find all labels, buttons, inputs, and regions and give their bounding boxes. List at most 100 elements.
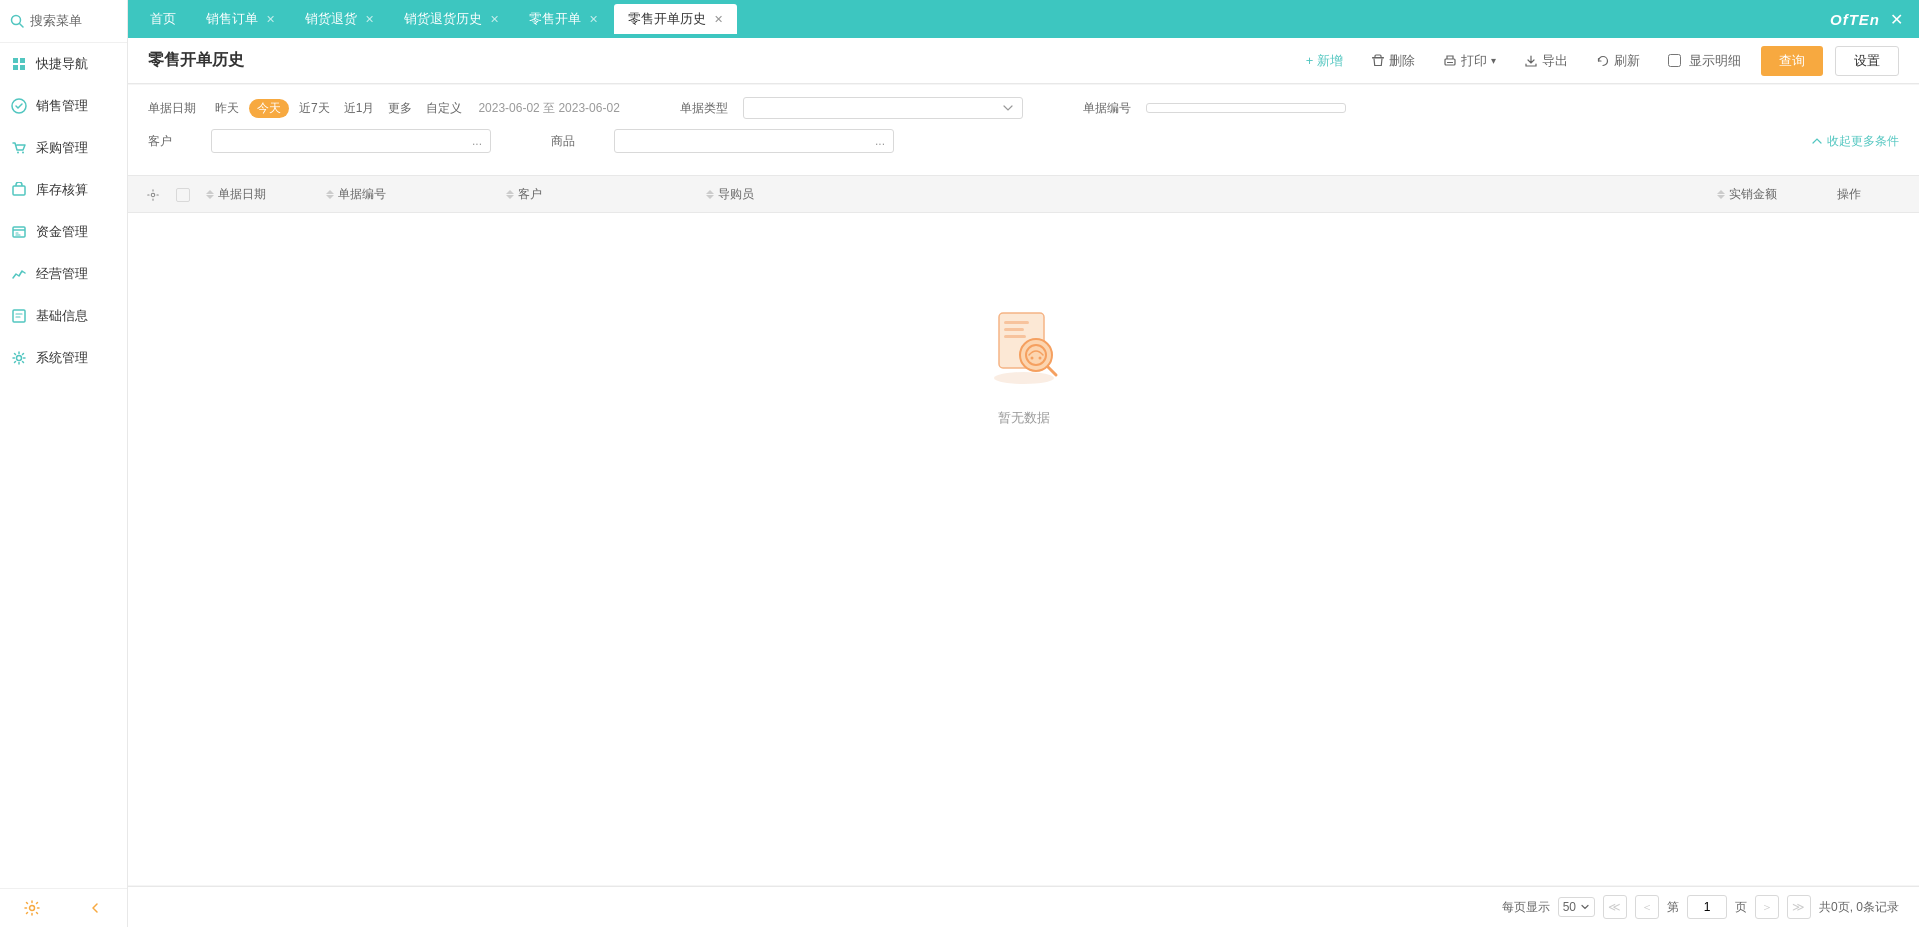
toolbar: + 新增 删除 打印 ▾ 导出 刷新	[1298, 46, 1899, 76]
number-filter-input[interactable]	[1146, 103, 1346, 113]
col-guide: 导购员	[698, 186, 818, 203]
display-detail-checkbox[interactable]	[1668, 54, 1681, 67]
svg-point-9	[29, 906, 34, 911]
settings-button[interactable]: 设置	[1835, 46, 1899, 76]
per-page-label: 每页显示	[1502, 899, 1550, 916]
product-dots[interactable]: ...	[875, 134, 885, 148]
export-button[interactable]: 导出	[1516, 48, 1576, 74]
inventory-icon	[10, 181, 28, 199]
refresh-button[interactable]: 刷新	[1588, 48, 1648, 74]
col-checkbox[interactable]	[168, 188, 198, 202]
product-filter-label: 商品	[551, 133, 606, 150]
sidebar-item-inventory[interactable]: 库存核算	[0, 169, 127, 211]
page-suffix: 页	[1735, 899, 1747, 916]
first-page-btn[interactable]: ≪	[1603, 895, 1627, 919]
svg-rect-12	[1447, 62, 1453, 63]
svg-point-4	[22, 152, 24, 154]
sidebar-item-finance[interactable]: 资金管理	[0, 211, 127, 253]
brand-text: OfTEn	[1830, 11, 1880, 28]
bottom-settings-btn[interactable]	[0, 889, 64, 927]
sidebar-bottom	[0, 888, 127, 927]
tab-close-icon[interactable]: ✕	[714, 13, 723, 26]
refresh-icon	[1596, 54, 1610, 68]
tab-retail-open-history[interactable]: 零售开单历史 ✕	[614, 4, 737, 34]
date-more-btn[interactable]: 更多	[384, 99, 416, 118]
date-quick-btns: 昨天 今天 近7天 近1月 更多 自定义	[211, 99, 466, 118]
col-customer: 客户	[498, 186, 698, 203]
sort-customer-icon[interactable]	[506, 190, 514, 199]
col-settings[interactable]	[138, 187, 168, 203]
collapse-icon	[1811, 135, 1823, 147]
type-filter: 单据类型	[680, 97, 1023, 119]
last-page-btn[interactable]: ≫	[1787, 895, 1811, 919]
tab-home[interactable]: 首页	[136, 4, 190, 34]
next-page-btn[interactable]: ＞	[1755, 895, 1779, 919]
col-number: 单据编号	[318, 186, 498, 203]
window-close-btn[interactable]: ✕	[1890, 10, 1903, 29]
sidebar-item-label: 快捷导航	[36, 55, 88, 73]
add-button[interactable]: + 新增	[1298, 48, 1351, 74]
tab-sales-return-history[interactable]: 销货退货历史 ✕	[390, 4, 513, 34]
delete-button[interactable]: 删除	[1363, 48, 1423, 74]
dropdown-icon	[1002, 102, 1014, 114]
page-size-select[interactable]: 50	[1558, 897, 1595, 917]
collapse-btn[interactable]: 收起更多条件	[1811, 133, 1899, 150]
date-yesterday-btn[interactable]: 昨天	[211, 99, 243, 118]
empty-state: 暂无数据	[128, 213, 1919, 507]
sidebar-search[interactable]: 搜索菜单	[0, 0, 127, 43]
number-filter-label: 单据编号	[1083, 100, 1138, 117]
svg-line-1	[20, 24, 24, 28]
svg-point-13	[151, 193, 155, 197]
svg-rect-5	[13, 186, 25, 195]
search-icon	[10, 14, 24, 28]
product-filter-input[interactable]: ...	[614, 129, 894, 153]
table-settings-icon[interactable]	[146, 187, 160, 203]
sidebar-item-purchase-mgmt[interactable]: 采购管理	[0, 127, 127, 169]
total-label: 共0页, 0条记录	[1819, 899, 1899, 916]
date-custom-btn[interactable]: 自定义	[422, 99, 466, 118]
pagination: 每页显示 50 ≪ ＜ 第 页 ＞ ≫ 共0页, 0条记录	[128, 886, 1919, 927]
sidebar: 搜索菜单 快捷导航 销售管理 采购管理 库存核算 资金管理 经营管理	[0, 0, 128, 927]
tab-close-icon[interactable]: ✕	[365, 13, 374, 26]
svg-line-21	[1048, 367, 1056, 375]
svg-point-23	[1038, 357, 1041, 360]
tab-sales-order[interactable]: 销售订单 ✕	[192, 4, 289, 34]
sidebar-item-operations[interactable]: 经营管理	[0, 253, 127, 295]
customer-dots[interactable]: ...	[472, 134, 482, 148]
customer-filter-input[interactable]: ...	[211, 129, 491, 153]
sort-number-icon[interactable]	[326, 190, 334, 199]
date-month-btn[interactable]: 近1月	[340, 99, 379, 118]
sort-guide-icon[interactable]	[706, 190, 714, 199]
tab-retail-open[interactable]: 零售开单 ✕	[515, 4, 612, 34]
sidebar-item-label: 销售管理	[36, 97, 88, 115]
tab-close-icon[interactable]: ✕	[589, 13, 598, 26]
date-today-btn[interactable]: 今天	[249, 99, 289, 118]
page-input[interactable]	[1687, 895, 1727, 919]
sidebar-item-system[interactable]: 系统管理	[0, 337, 127, 379]
date-filter: 单据日期 昨天 今天 近7天 近1月 更多 自定义 2023-06-02 至 2…	[148, 99, 620, 118]
sidebar-item-sales-mgmt[interactable]: 销售管理	[0, 85, 127, 127]
product-filter: 商品 ...	[551, 129, 894, 153]
quick-nav-icon	[10, 55, 28, 73]
print-button[interactable]: 打印 ▾	[1435, 48, 1504, 74]
sidebar-item-quick-nav[interactable]: 快捷导航	[0, 43, 127, 85]
sidebar-item-basic-info[interactable]: 基础信息	[0, 295, 127, 337]
bottom-collapse-btn[interactable]	[64, 889, 128, 927]
customer-filter: 客户 ...	[148, 129, 491, 153]
sidebar-search-label: 搜索菜单	[30, 12, 82, 30]
type-filter-label: 单据类型	[680, 100, 735, 117]
tab-close-icon[interactable]: ✕	[490, 13, 499, 26]
type-filter-select[interactable]	[743, 97, 1023, 119]
sort-date-icon[interactable]	[206, 190, 214, 199]
query-button[interactable]: 查询	[1761, 46, 1823, 76]
print-dropdown-icon[interactable]: ▾	[1491, 55, 1496, 66]
tab-sales-return[interactable]: 销货退货 ✕	[291, 4, 388, 34]
display-detail-button[interactable]: 显示明细	[1660, 48, 1749, 74]
svg-rect-16	[1004, 321, 1029, 324]
prev-page-btn[interactable]: ＜	[1635, 895, 1659, 919]
date-7days-btn[interactable]: 近7天	[295, 99, 334, 118]
tab-close-icon[interactable]: ✕	[266, 13, 275, 26]
header-checkbox[interactable]	[176, 188, 190, 202]
sort-amount-icon[interactable]	[1717, 190, 1725, 199]
date-range-display: 2023-06-02 至 2023-06-02	[478, 100, 619, 117]
